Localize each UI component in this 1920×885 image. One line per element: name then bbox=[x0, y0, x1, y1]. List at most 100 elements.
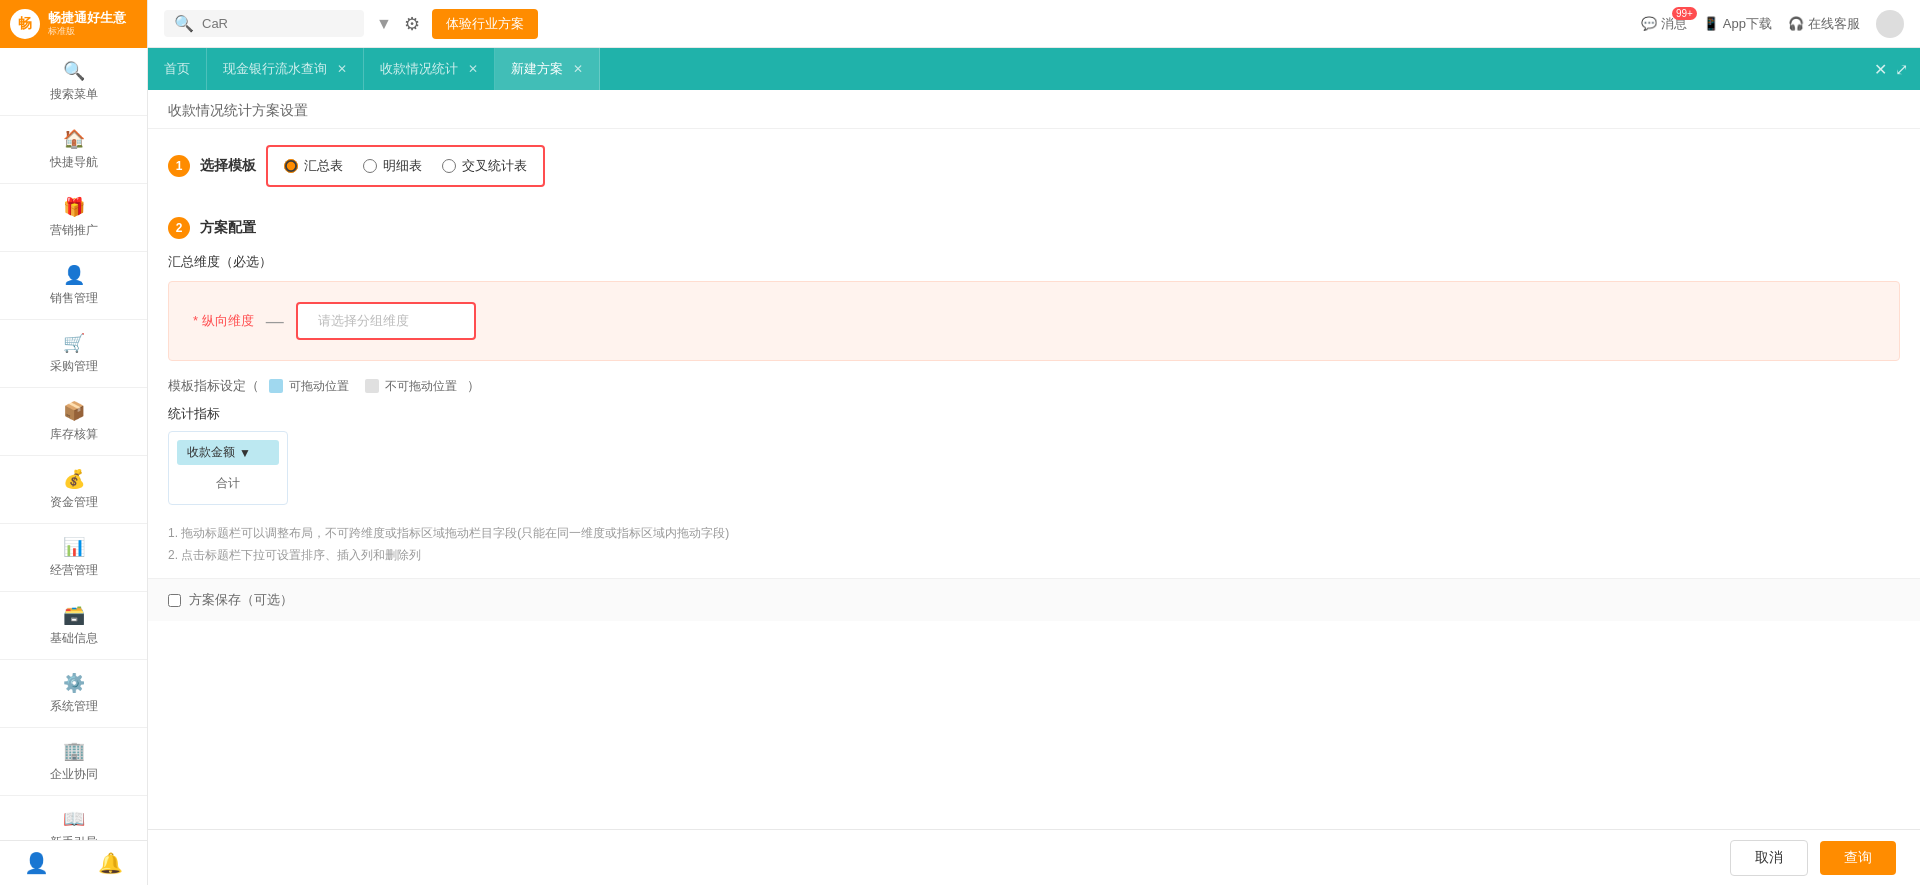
fixed-dot bbox=[365, 379, 379, 393]
metrics-close-paren: ） bbox=[467, 377, 480, 395]
radio-cross-label[interactable]: 交叉统计表 bbox=[462, 157, 527, 175]
tab-home[interactable]: 首页 bbox=[148, 48, 207, 90]
logo-icon: 畅 bbox=[10, 9, 40, 39]
sidebar-item-corp[interactable]: 🏢 企业协同 bbox=[0, 728, 147, 796]
legend-fixed: 不可拖动位置 bbox=[365, 378, 457, 395]
radio-cross-input[interactable] bbox=[442, 159, 456, 173]
metric-tag-label: 收款金额 bbox=[187, 444, 235, 461]
sidebar-item-label: 销售管理 bbox=[50, 290, 98, 307]
save-checkbox[interactable] bbox=[168, 594, 181, 607]
sidebar-item-label: 采购管理 bbox=[50, 358, 98, 375]
dimension-select[interactable]: 请选择分组维度 bbox=[296, 302, 476, 340]
message-icon: 💬 bbox=[1641, 16, 1657, 31]
tab-collection-stat-label: 收款情况统计 bbox=[380, 60, 458, 78]
operation-icon: 📊 bbox=[63, 536, 85, 558]
gear-icon[interactable]: ⚙ bbox=[404, 13, 420, 35]
online-service-button[interactable]: 🎧 在线客服 bbox=[1788, 15, 1860, 33]
tab-cashflow-label: 现金银行流水查询 bbox=[223, 60, 327, 78]
content-inner: 收款情况统计方案设置 1 选择模板 汇总表 明细表 bbox=[148, 90, 1920, 829]
save-label[interactable]: 方案保存（可选） bbox=[189, 591, 293, 609]
step1-num: 1 bbox=[168, 155, 190, 177]
logo-name: 畅捷通好生意 bbox=[48, 10, 126, 26]
radio-detail-input[interactable] bbox=[363, 159, 377, 173]
guide-icon: 📖 bbox=[63, 808, 85, 830]
vertical-dimension-row: * 纵向维度 — 请选择分组维度 bbox=[193, 302, 1875, 340]
tab-close-all-icon[interactable]: ✕ bbox=[1874, 60, 1887, 79]
template-select-box: 汇总表 明细表 交叉统计表 bbox=[266, 145, 545, 187]
metrics-title-text: 模板指标设定（ bbox=[168, 377, 259, 395]
radio-detail-label[interactable]: 明细表 bbox=[383, 157, 422, 175]
step2-section: 2 方案配置 汇总维度（必选） * 纵向维度 — 请选择分组维度 bbox=[148, 217, 1920, 377]
main-area: 🔍 ▼ ⚙ 体验行业方案 💬 消息 99+ 📱 App下载 🎧 在线客服 bbox=[148, 0, 1920, 885]
sales-icon: 👤 bbox=[63, 264, 85, 286]
tab-expand-icon[interactable]: ⤢ bbox=[1895, 60, 1908, 79]
sidebar-item-purchase[interactable]: 🛒 采购管理 bbox=[0, 320, 147, 388]
sidebar-item-quick-nav[interactable]: 🏠 快捷导航 bbox=[0, 116, 147, 184]
sidebar-item-label: 经营管理 bbox=[50, 562, 98, 579]
legend-draggable-label: 可拖动位置 bbox=[289, 378, 349, 395]
step1-section: 1 选择模板 汇总表 明细表 交叉统计表 bbox=[148, 129, 1920, 217]
page-title: 收款情况统计方案设置 bbox=[148, 90, 1920, 129]
avatar[interactable] bbox=[1876, 10, 1904, 38]
metrics-legend: 可拖动位置 不可拖动位置 bbox=[269, 378, 457, 395]
query-button[interactable]: 查询 bbox=[1820, 841, 1896, 875]
search-input[interactable] bbox=[202, 16, 342, 31]
dimension-select-placeholder: 请选择分组维度 bbox=[318, 313, 409, 328]
tab-cashflow[interactable]: 现金银行流水查询 ✕ bbox=[207, 48, 364, 90]
app-download-button[interactable]: 📱 App下载 bbox=[1703, 15, 1772, 33]
cancel-button[interactable]: 取消 bbox=[1730, 840, 1808, 876]
arrow-icon: — bbox=[266, 311, 284, 332]
search-box[interactable]: 🔍 bbox=[164, 10, 364, 37]
radio-summary-input[interactable] bbox=[284, 159, 298, 173]
sidebar-item-marketing[interactable]: 🎁 营销推广 bbox=[0, 184, 147, 252]
user-footer-icon[interactable]: 👤 bbox=[24, 851, 49, 875]
radio-summary[interactable]: 汇总表 bbox=[284, 157, 343, 175]
sidebar-item-finance[interactable]: 💰 资金管理 bbox=[0, 456, 147, 524]
tab-new-plan-close[interactable]: ✕ bbox=[573, 62, 583, 76]
legend-fixed-label: 不可拖动位置 bbox=[385, 378, 457, 395]
dimension-area: * 纵向维度 — 请选择分组维度 bbox=[168, 281, 1900, 361]
tab-new-plan[interactable]: 新建方案 ✕ bbox=[495, 48, 600, 90]
sidebar-item-system[interactable]: ⚙️ 系统管理 bbox=[0, 660, 147, 728]
sidebar-item-guide[interactable]: 📖 新手引导 bbox=[0, 796, 147, 840]
draggable-dot bbox=[269, 379, 283, 393]
metric-tag-revenue[interactable]: 收款金额 ▼ bbox=[177, 440, 279, 465]
topbar-right: 💬 消息 99+ 📱 App下载 🎧 在线客服 bbox=[1641, 10, 1904, 38]
radio-cross[interactable]: 交叉统计表 bbox=[442, 157, 527, 175]
tabbar-actions: ✕ ⤢ bbox=[1862, 60, 1920, 79]
sidebar-item-label: 库存核算 bbox=[50, 426, 98, 443]
topbar: 🔍 ▼ ⚙ 体验行业方案 💬 消息 99+ 📱 App下载 🎧 在线客服 bbox=[148, 0, 1920, 48]
tab-collection-stat[interactable]: 收款情况统计 ✕ bbox=[364, 48, 495, 90]
radio-summary-label[interactable]: 汇总表 bbox=[304, 157, 343, 175]
sidebar-item-label: 系统管理 bbox=[50, 698, 98, 715]
sidebar-item-operation[interactable]: 📊 经营管理 bbox=[0, 524, 147, 592]
sidebar-item-label: 资金管理 bbox=[50, 494, 98, 511]
stat-label: 统计指标 bbox=[168, 405, 1900, 423]
tab-collection-stat-close[interactable]: ✕ bbox=[468, 62, 478, 76]
vertical-dim-label: * 纵向维度 bbox=[193, 312, 254, 330]
tip-2: 2. 点击标题栏下拉可设置排序、插入列和删除列 bbox=[168, 545, 1900, 567]
step1-title: 选择模板 bbox=[200, 157, 256, 175]
sidebar-item-search-menu[interactable]: 🔍 搜索菜单 bbox=[0, 48, 147, 116]
radio-detail[interactable]: 明细表 bbox=[363, 157, 422, 175]
sidebar: 畅 畅捷通好生意 标准版 🔍 搜索菜单 🏠 快捷导航 🎁 营销推广 👤 销售管理… bbox=[0, 0, 148, 885]
sidebar-item-label: 快捷导航 bbox=[50, 154, 98, 171]
finance-icon: 💰 bbox=[63, 468, 85, 490]
tab-new-plan-label: 新建方案 bbox=[511, 60, 563, 78]
tab-cashflow-close[interactable]: ✕ bbox=[337, 62, 347, 76]
search-menu-icon: 🔍 bbox=[63, 60, 85, 82]
quick-nav-icon: 🏠 bbox=[63, 128, 85, 150]
sidebar-item-sales[interactable]: 👤 销售管理 bbox=[0, 252, 147, 320]
industry-solution-button[interactable]: 体验行业方案 bbox=[432, 9, 538, 39]
metrics-header: 模板指标设定（ 可拖动位置 不可拖动位置 ） bbox=[168, 377, 1900, 395]
metric-dropdown-icon: ▼ bbox=[239, 446, 251, 460]
service-label: 在线客服 bbox=[1808, 15, 1860, 33]
dimension-title: 汇总维度（必选） bbox=[168, 253, 1900, 271]
dropdown-icon[interactable]: ▼ bbox=[376, 15, 392, 33]
notify-footer-icon[interactable]: 🔔 bbox=[98, 851, 123, 875]
sidebar-item-basic[interactable]: 🗃️ 基础信息 bbox=[0, 592, 147, 660]
config-area: 汇总维度（必选） * 纵向维度 — 请选择分组维度 bbox=[168, 253, 1900, 361]
message-button[interactable]: 💬 消息 99+ bbox=[1641, 15, 1687, 33]
sidebar-item-inventory[interactable]: 📦 库存核算 bbox=[0, 388, 147, 456]
purchase-icon: 🛒 bbox=[63, 332, 85, 354]
